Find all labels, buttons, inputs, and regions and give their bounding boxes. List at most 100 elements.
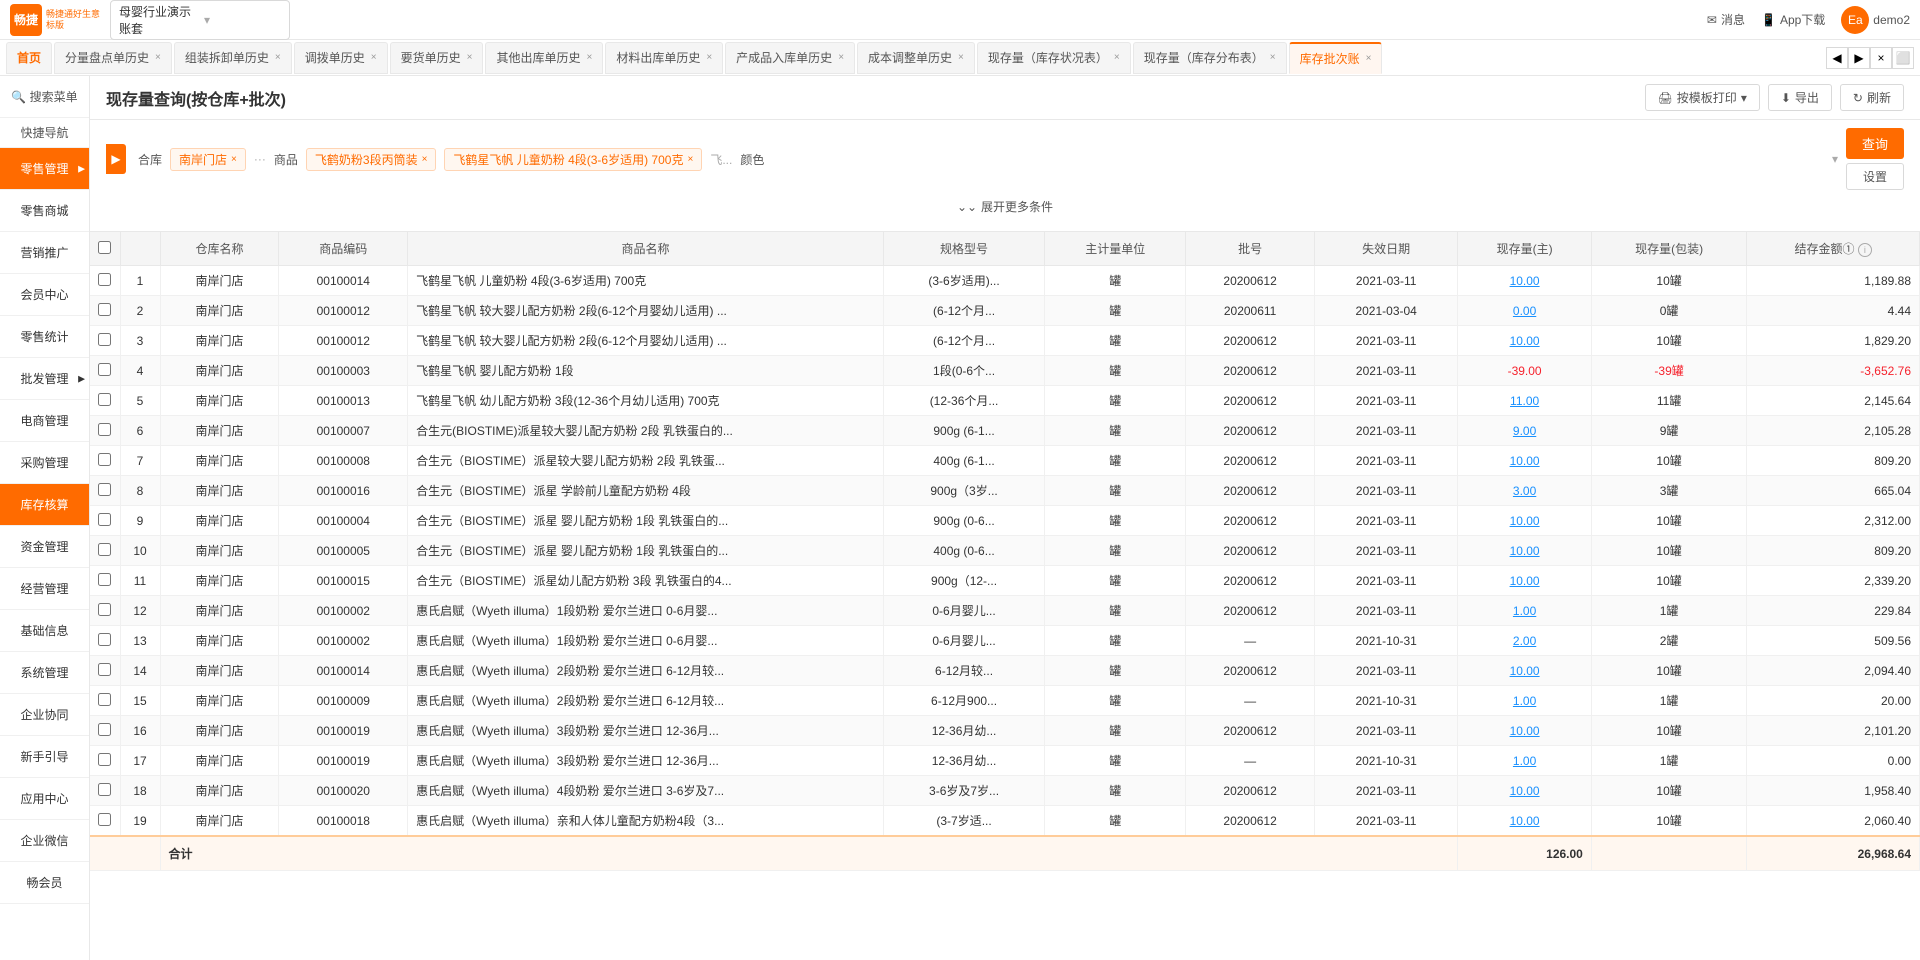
row-checkbox-17[interactable] — [90, 776, 120, 806]
balance-info-icon[interactable]: i — [1858, 243, 1872, 257]
goods-tag-close-0[interactable]: × — [422, 154, 428, 165]
tab-home[interactable]: 首页 — [6, 42, 52, 74]
sidebar-item-retail-mall[interactable]: 零售商城 — [0, 190, 89, 232]
row-stock-main-14[interactable]: 1.00 — [1458, 686, 1592, 716]
tab-9[interactable]: 现存量（库存状况表） × — [977, 42, 1131, 74]
tab-close-8[interactable]: × — [958, 52, 964, 63]
row-checkbox-14[interactable] — [90, 686, 120, 716]
user-avatar[interactable]: Ea demo2 — [1841, 6, 1910, 34]
warehouse-tag-close[interactable]: × — [231, 154, 237, 165]
row-stock-main-0[interactable]: 10.00 — [1458, 266, 1592, 296]
tab-3[interactable]: 调拨单历史 × — [294, 42, 388, 74]
goods-tag-close-1[interactable]: × — [687, 154, 693, 165]
tab-close-1[interactable]: × — [155, 52, 161, 63]
row-stock-main-13[interactable]: 10.00 — [1458, 656, 1592, 686]
tab-6[interactable]: 材料出库单历史 × — [605, 42, 723, 74]
tab-2[interactable]: 组装拆卸单历史 × — [174, 42, 292, 74]
row-stock-main-18[interactable]: 10.00 — [1458, 806, 1592, 837]
row-checkbox-16[interactable] — [90, 746, 120, 776]
row-checkbox-4[interactable] — [90, 386, 120, 416]
sidebar-item-app-center[interactable]: 应用中心 — [0, 778, 89, 820]
goods-filter-tag-1[interactable]: 飞鹤星飞帆 儿童奶粉 4段(3-6岁适用) 700克 × — [444, 148, 702, 171]
tab-maximize[interactable]: ⬜ — [1892, 47, 1914, 69]
app-download-btn[interactable]: 📱 App下载 — [1761, 11, 1825, 28]
row-stock-main-2[interactable]: 10.00 — [1458, 326, 1592, 356]
sidebar-item-basic-info[interactable]: 基础信息 — [0, 610, 89, 652]
row-checkbox-18[interactable] — [90, 806, 120, 837]
goods-filter-tag-0[interactable]: 飞鹤奶粉3段丙筒装 × — [306, 148, 437, 171]
sidebar-item-inventory[interactable]: 库存核算 — [0, 484, 89, 526]
row-checkbox-9[interactable] — [90, 536, 120, 566]
row-stock-main-7[interactable]: 3.00 — [1458, 476, 1592, 506]
row-checkbox-2[interactable] — [90, 326, 120, 356]
company-selector[interactable]: 母婴行业演示账套 ▾ — [110, 0, 290, 40]
row-stock-main-12[interactable]: 2.00 — [1458, 626, 1592, 656]
query-btn[interactable]: 查询 — [1846, 128, 1904, 159]
sidebar-item-wholesale[interactable]: 批发管理 ▶ — [0, 358, 89, 400]
row-stock-main-11[interactable]: 1.00 — [1458, 596, 1592, 626]
sidebar-item-marketing[interactable]: 营销推广 — [0, 232, 89, 274]
tab-next[interactable]: ▶ — [1848, 47, 1870, 69]
tab-close-11[interactable]: × — [1366, 53, 1372, 64]
tab-4[interactable]: 要货单历史 × — [390, 42, 484, 74]
row-stock-main-8[interactable]: 10.00 — [1458, 506, 1592, 536]
expand-more-btn[interactable]: ⌄⌄ 展开更多条件 — [957, 198, 1053, 215]
row-checkbox-13[interactable] — [90, 656, 120, 686]
message-btn[interactable]: ✉ 消息 — [1707, 11, 1745, 28]
tab-close-6[interactable]: × — [706, 52, 712, 63]
quick-nav-btn[interactable]: 快捷导航 — [0, 118, 89, 148]
settings-btn[interactable]: 设置 — [1846, 163, 1904, 190]
sidebar-item-enterprise[interactable]: 企业协同 — [0, 694, 89, 736]
row-stock-main-1[interactable]: 0.00 — [1458, 296, 1592, 326]
row-stock-main-16[interactable]: 1.00 — [1458, 746, 1592, 776]
row-stock-main-15[interactable]: 10.00 — [1458, 716, 1592, 746]
tab-11[interactable]: 库存批次账 × — [1289, 42, 1383, 74]
select-all-checkbox[interactable] — [98, 241, 111, 254]
row-stock-main-5[interactable]: 9.00 — [1458, 416, 1592, 446]
sidebar-item-retail-mgmt[interactable]: 零售管理 ▶ — [0, 148, 89, 190]
tab-close-10[interactable]: × — [1270, 52, 1276, 63]
tab-close-9[interactable]: × — [1114, 52, 1120, 63]
row-checkbox-10[interactable] — [90, 566, 120, 596]
sidebar-item-member2[interactable]: 畅会员 — [0, 862, 89, 904]
filter-expand-btn[interactable]: ▶ — [106, 144, 126, 174]
export-btn[interactable]: ⬇ 导出 — [1768, 84, 1832, 111]
row-checkbox-12[interactable] — [90, 626, 120, 656]
print-btn[interactable]: 🖨 按模板打印 ▾ — [1645, 84, 1760, 111]
row-stock-main-10[interactable]: 10.00 — [1458, 566, 1592, 596]
row-checkbox-7[interactable] — [90, 476, 120, 506]
row-stock-main-6[interactable]: 10.00 — [1458, 446, 1592, 476]
row-checkbox-11[interactable] — [90, 596, 120, 626]
row-checkbox-6[interactable] — [90, 446, 120, 476]
tab-prev[interactable]: ◀ — [1826, 47, 1848, 69]
row-stock-main-4[interactable]: 11.00 — [1458, 386, 1592, 416]
tab-8[interactable]: 成本调整单历史 × — [857, 42, 975, 74]
refresh-btn[interactable]: ↻ 刷新 — [1840, 84, 1904, 111]
row-checkbox-0[interactable] — [90, 266, 120, 296]
sidebar-item-newbie[interactable]: 新手引导 — [0, 736, 89, 778]
row-checkbox-3[interactable] — [90, 356, 120, 386]
row-checkbox-5[interactable] — [90, 416, 120, 446]
row-checkbox-8[interactable] — [90, 506, 120, 536]
sidebar-item-wechat[interactable]: 企业微信 — [0, 820, 89, 862]
sidebar-item-member[interactable]: 会员中心 — [0, 274, 89, 316]
tab-close-3[interactable]: × — [371, 52, 377, 63]
tab-10[interactable]: 现存量（库存分布表） × — [1133, 42, 1287, 74]
tab-7[interactable]: 产成品入库单历史 × — [725, 42, 855, 74]
row-stock-main-17[interactable]: 10.00 — [1458, 776, 1592, 806]
tab-close-7[interactable]: × — [838, 52, 844, 63]
sidebar-item-ecommerce[interactable]: 电商管理 — [0, 400, 89, 442]
sidebar-item-finance[interactable]: 资金管理 — [0, 526, 89, 568]
row-checkbox-1[interactable] — [90, 296, 120, 326]
tab-1[interactable]: 分量盘点单历史 × — [54, 42, 172, 74]
sidebar-item-purchase[interactable]: 采购管理 — [0, 442, 89, 484]
tab-close-2[interactable]: × — [275, 52, 281, 63]
sidebar-item-operations[interactable]: 经营管理 — [0, 568, 89, 610]
tab-close-all[interactable]: × — [1870, 47, 1892, 69]
tab-5[interactable]: 其他出库单历史 × — [485, 42, 603, 74]
search-menu-btn[interactable]: 🔍 搜索菜单 — [6, 84, 83, 109]
row-checkbox-15[interactable] — [90, 716, 120, 746]
warehouse-filter-tag[interactable]: 南岸门店 × — [170, 148, 246, 171]
sidebar-item-retail-stats[interactable]: 零售统计 — [0, 316, 89, 358]
sidebar-item-system[interactable]: 系统管理 — [0, 652, 89, 694]
